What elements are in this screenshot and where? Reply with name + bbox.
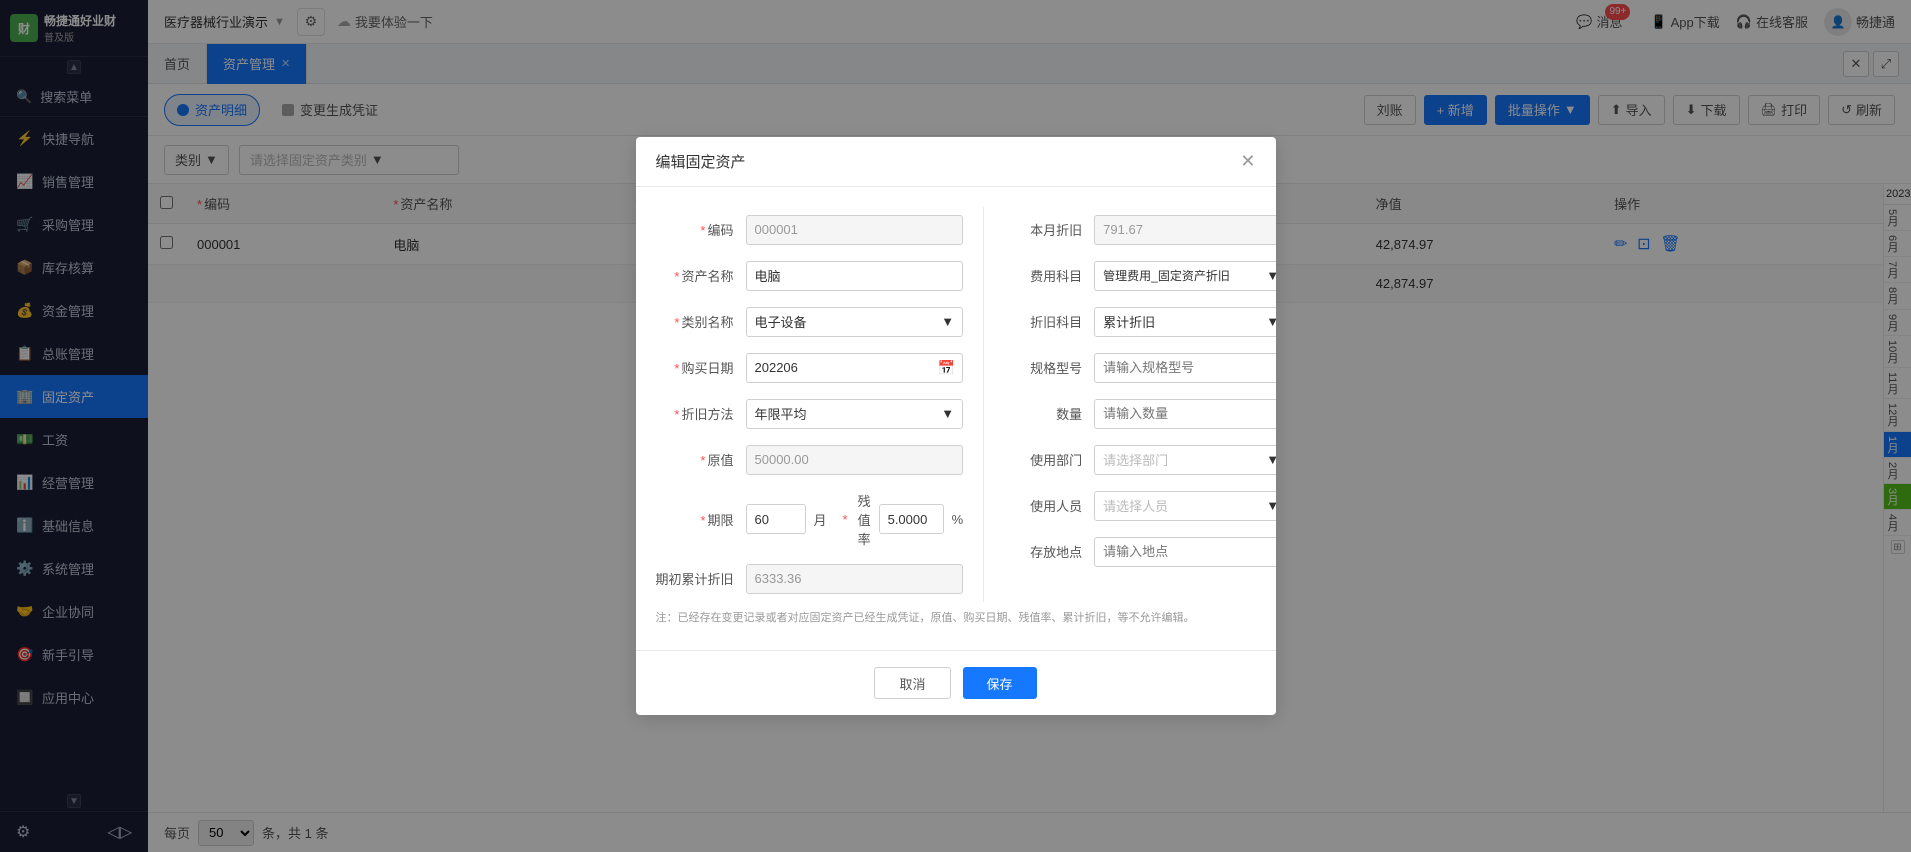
user-select[interactable]: 请选择人员 ▼ [1094,491,1275,521]
original-value-label: *原值 [656,450,746,469]
category-dropdown-icon: ▼ [941,314,954,329]
depreciation-subject-select[interactable]: 累计折旧 ▼ [1094,307,1275,337]
form-row-initial-depreciation: 期初累计折旧 [656,556,964,602]
form-row-expense-subject: 费用科目 管理费用_固定资产折旧 ▼ [1004,253,1275,299]
form-row-purchase-date: *购买日期 📅 [656,345,964,391]
quantity-input[interactable] [1094,399,1275,429]
depreciation-method-label: *折旧方法 [656,404,746,423]
purchase-date-label: *购买日期 [656,358,746,377]
modal-overlay: 编辑固定资产 ✕ *编码 *资产名称 [0,0,1911,852]
dept-label: 使用部门 [1004,450,1094,469]
initial-depreciation-label: 期初累计折旧 [656,569,746,588]
residual-rate-label: 残值率 [858,491,871,548]
form-row-depreciation-method: *折旧方法 年限平均 ▼ [656,391,964,437]
depreciation-method-select[interactable]: 年限平均 ▼ [746,399,964,429]
spec-label: 规格型号 [1004,358,1094,377]
modal-title: 编辑固定资产 [656,151,746,172]
name-label: *资产名称 [656,266,746,285]
form-row-category: *类别名称 电子设备 ▼ [656,299,964,345]
user-label: 使用人员 [1004,496,1094,515]
modal-header: 编辑固定资产 ✕ [636,137,1276,187]
name-input[interactable] [746,261,964,291]
form-right-col: 本月折旧 费用科目 管理费用_固定资产折旧 ▼ [984,207,1275,602]
edit-asset-modal: 编辑固定资产 ✕ *编码 *资产名称 [636,137,1276,716]
depreciation-method-dropdown-icon: ▼ [941,406,954,421]
monthly-depreciation-label: 本月折旧 [1004,220,1094,239]
monthly-depreciation-input[interactable] [1094,215,1275,245]
depreciation-subject-dropdown-icon: ▼ [1266,314,1275,329]
form-row-location: 存放地点 [1004,529,1275,575]
depreciation-subject-label: 折旧科目 [1004,312,1094,331]
modal-footer: 取消 保存 [636,650,1276,715]
period-input[interactable] [746,504,806,534]
cancel-button[interactable]: 取消 [874,667,950,699]
form-row-code: *编码 [656,207,964,253]
code-input[interactable] [746,215,964,245]
depreciation-subject-value: 累计折旧 [1103,312,1155,331]
period-unit: 月 [814,510,827,529]
dept-placeholder: 请选择部门 [1103,450,1168,469]
purchase-date-input[interactable] [746,353,964,383]
expense-subject-value: 管理费用_固定资产折旧 [1103,267,1230,284]
form-row-spec: 规格型号 [1004,345,1275,391]
user-dropdown-icon: ▼ [1266,498,1275,513]
modal-close-button[interactable]: ✕ [1240,151,1255,172]
quantity-label: 数量 [1004,404,1094,423]
expense-subject-dropdown-icon: ▼ [1266,268,1275,283]
form-row-user: 使用人员 请选择人员 ▼ [1004,483,1275,529]
period-label: *期限 [656,510,746,529]
depreciation-method-value: 年限平均 [755,404,807,423]
category-value: 电子设备 [755,312,807,331]
form-row-name: *资产名称 [656,253,964,299]
form-left-col: *编码 *资产名称 *类别名称 [656,207,985,602]
residual-rate-input[interactable] [879,504,944,534]
category-label: *类别名称 [656,312,746,331]
form-note: 注：已经存在变更记录或者对应固定资产已经生成凭证，原值、购买日期、残值率、累计折… [656,602,1256,631]
form-row-dept: 使用部门 请选择部门 ▼ [1004,437,1275,483]
user-placeholder: 请选择人员 [1103,496,1168,515]
period-inline: 月 * 残值率 % [746,491,964,548]
modal-body: *编码 *资产名称 *类别名称 [636,187,1276,651]
form-row-period: *期限 月 * 残值率 % [656,483,964,556]
code-label: *编码 [656,220,746,239]
form-row-quantity: 数量 [1004,391,1275,437]
original-value-input[interactable] [746,445,964,475]
purchase-date-field: 📅 [746,353,964,383]
category-select[interactable]: 电子设备 ▼ [746,307,964,337]
expense-subject-select[interactable]: 管理费用_固定资产折旧 ▼ [1094,261,1275,291]
calendar-icon[interactable]: 📅 [938,359,955,376]
residual-rate-unit: % [952,512,964,527]
spec-input[interactable] [1094,353,1275,383]
form-row-monthly-depreciation: 本月折旧 [1004,207,1275,253]
location-label: 存放地点 [1004,542,1094,561]
form-row-depreciation-subject: 折旧科目 累计折旧 ▼ [1004,299,1275,345]
form-row-original-value: *原值 [656,437,964,483]
dept-dropdown-icon: ▼ [1266,452,1275,467]
save-button[interactable]: 保存 [963,667,1037,699]
dept-select[interactable]: 请选择部门 ▼ [1094,445,1275,475]
initial-depreciation-input[interactable] [746,564,964,594]
expense-subject-label: 费用科目 [1004,266,1094,285]
form-grid: *编码 *资产名称 *类别名称 [656,207,1256,602]
location-input[interactable] [1094,537,1275,567]
